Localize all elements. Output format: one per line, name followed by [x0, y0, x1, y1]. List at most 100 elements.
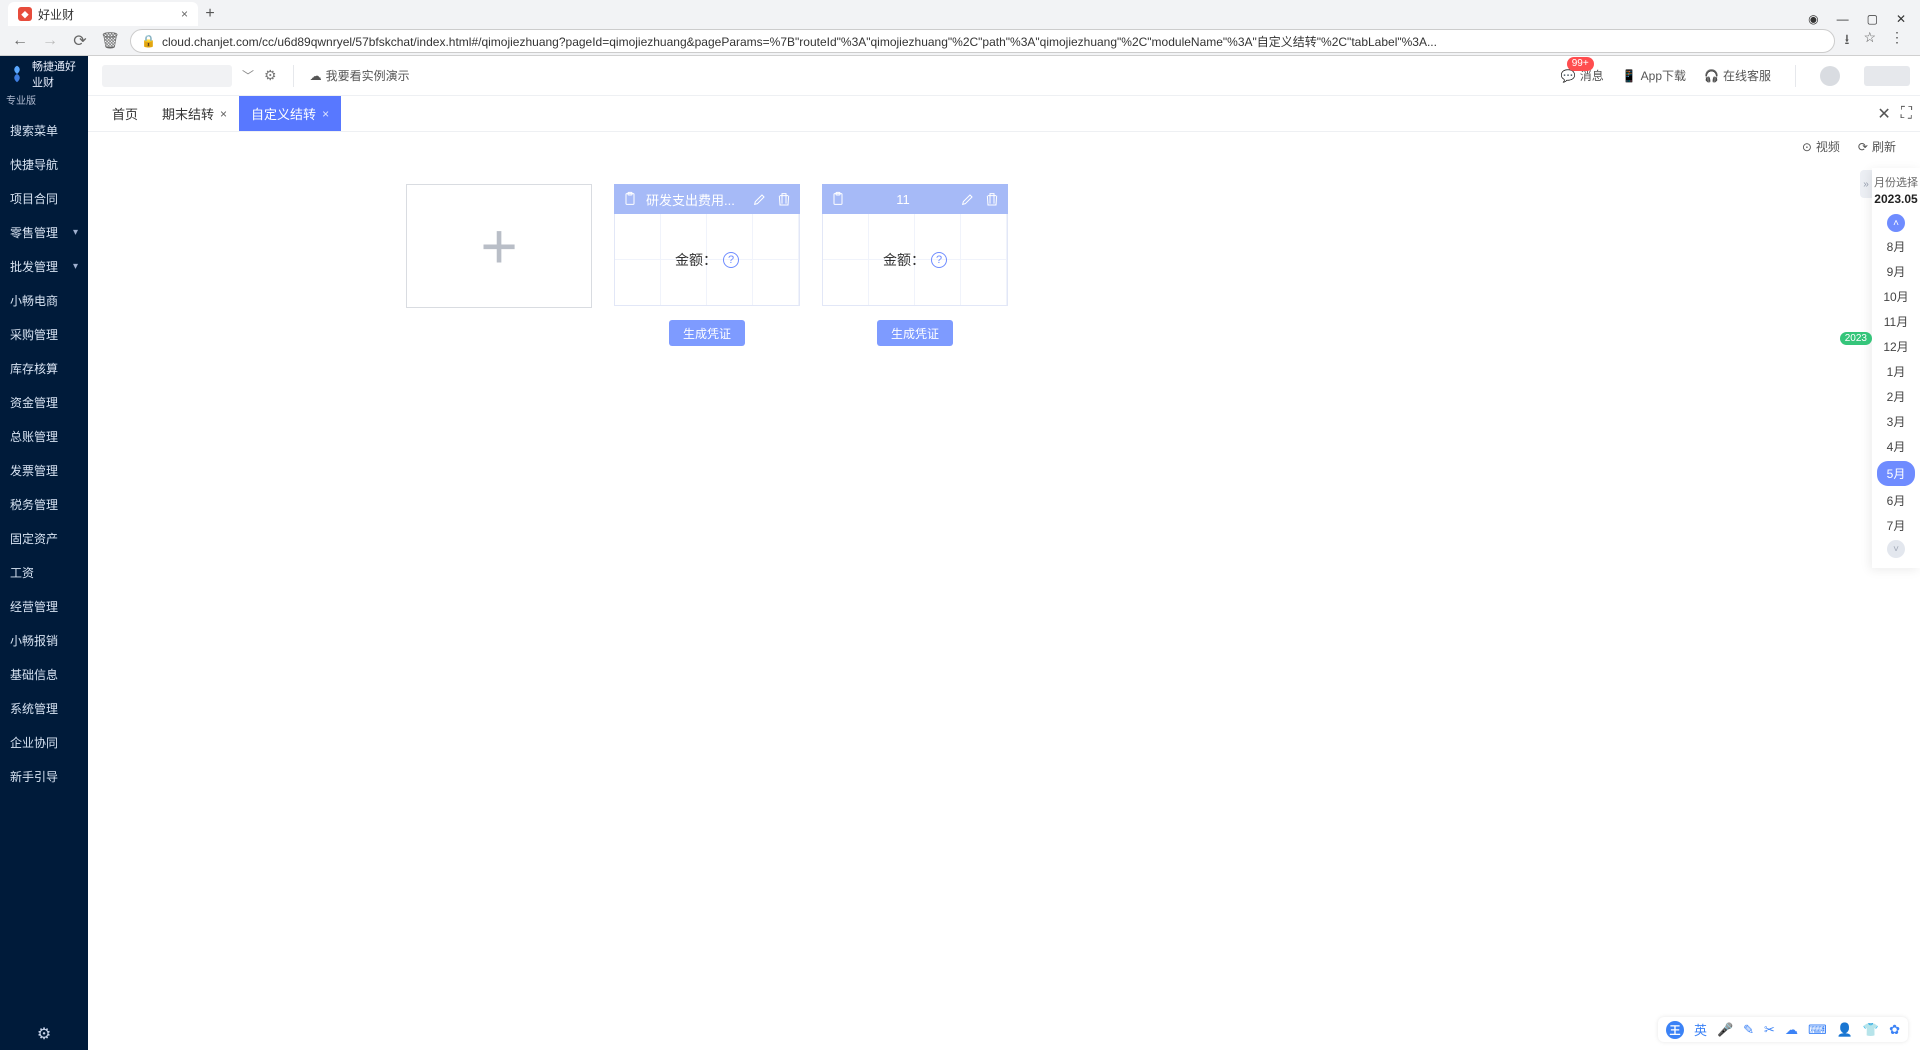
account-icon[interactable]: ◉ [1808, 12, 1818, 26]
reload-button[interactable]: ⟳ [70, 31, 90, 51]
phone-icon: 📱 [1622, 69, 1637, 83]
back-button[interactable]: ← [10, 32, 30, 50]
ime-settings-icon[interactable]: ✿ [1889, 1022, 1900, 1038]
support-button[interactable]: 🎧 在线客服 [1704, 67, 1771, 84]
user-name[interactable] [1864, 66, 1910, 86]
chevron-down-icon[interactable]: ﹀ [242, 67, 254, 84]
ime-cloud-icon[interactable]: ☁ [1785, 1022, 1798, 1038]
install-icon[interactable]: ⭳ [1845, 29, 1850, 53]
maximize-icon[interactable]: ▢ [1867, 12, 1878, 26]
month-item[interactable]: 7月 [1872, 513, 1920, 538]
settings-button[interactable]: ⚙ [0, 1018, 88, 1050]
close-window-icon[interactable]: ✕ [1896, 12, 1906, 26]
sidebar-item[interactable]: 工资 [0, 555, 88, 589]
month-panel-toggle[interactable]: » [1860, 170, 1872, 198]
sidebar-item-label: 库存核算 [10, 360, 58, 377]
forward-button[interactable]: → [40, 32, 60, 50]
sidebar-item[interactable]: 库存核算 [0, 351, 88, 385]
ime-scissors-icon[interactable]: ✂ [1764, 1022, 1775, 1038]
sidebar-item-label: 搜索菜单 [10, 122, 58, 139]
help-icon[interactable]: ? [931, 252, 947, 268]
sidebar-item[interactable]: 资金管理 [0, 385, 88, 419]
ime-main-icon[interactable]: 王 [1666, 1021, 1684, 1039]
close-tab-icon[interactable]: × [181, 7, 188, 21]
month-next-button[interactable]: ˅ [1887, 540, 1905, 558]
month-item[interactable]: 8月 [1872, 234, 1920, 259]
org-settings-icon[interactable]: ⚙ [264, 67, 277, 84]
sidebar-item-label: 基础信息 [10, 666, 58, 683]
month-item[interactable]: 6月 [1872, 488, 1920, 513]
new-tab-button[interactable]: + [198, 2, 222, 26]
browser-tab[interactable]: ◆ 好业财 × [8, 2, 198, 26]
trash-icon[interactable] [984, 191, 1000, 207]
ime-mic-icon[interactable]: 🎤 [1717, 1022, 1733, 1038]
sidebar-item-label: 小畅报销 [10, 632, 58, 649]
sidebar-item[interactable]: 税务管理 [0, 487, 88, 521]
month-item[interactable]: 11月 [1872, 309, 1920, 334]
page-tab[interactable]: 首页 [100, 96, 150, 131]
sidebar-item[interactable]: 零售管理▾ [0, 215, 88, 249]
video-button[interactable]: ⊙视频 [1802, 138, 1840, 155]
refresh-button[interactable]: ⟳刷新 [1858, 138, 1896, 155]
month-item[interactable]: 5月 [1877, 461, 1915, 486]
sidebar-item[interactable]: 经营管理 [0, 589, 88, 623]
sidebar-item[interactable]: 快捷导航 [0, 147, 88, 181]
close-icon[interactable]: × [322, 107, 329, 121]
month-item[interactable]: 3月 [1872, 409, 1920, 434]
trash-icon[interactable] [776, 191, 792, 207]
kebab-menu-icon[interactable]: ⋮ [1890, 29, 1904, 53]
month-item[interactable]: 12月 [1872, 334, 1920, 359]
sidebar-item[interactable]: 企业协同 [0, 725, 88, 759]
sidebar-item[interactable]: 小畅报销 [0, 623, 88, 657]
close-icon[interactable]: × [220, 107, 227, 121]
sidebar-item[interactable]: 项目合同 [0, 181, 88, 215]
sidebar-item[interactable]: 小畅电商 [0, 283, 88, 317]
sidebar-item[interactable]: 总账管理 [0, 419, 88, 453]
create-card[interactable]: + [406, 184, 592, 346]
ime-lang[interactable]: 英 [1694, 1020, 1707, 1039]
content: ⊙视频 ⟳刷新 + 研发支出费用... 金额： ? 生成凭证 11 [88, 132, 1920, 1050]
month-item[interactable]: 2月 [1872, 384, 1920, 409]
edit-icon[interactable] [960, 191, 976, 207]
sidebar-item[interactable]: 基础信息 [0, 657, 88, 691]
app-download-button[interactable]: 📱 App下载 [1622, 67, 1686, 84]
page-tab[interactable]: 期末结转× [150, 96, 239, 131]
delete-icon[interactable]: 🗑 [100, 31, 120, 51]
ime-edit-icon[interactable]: ✎ [1743, 1022, 1754, 1038]
month-item[interactable]: 4月 [1872, 434, 1920, 459]
messages-button[interactable]: 99+ 💬 消息 [1561, 67, 1604, 84]
edit-icon[interactable] [752, 191, 768, 207]
generate-voucher-button[interactable]: 生成凭证 [877, 320, 953, 346]
ime-keyboard-icon[interactable]: ⌨ [1808, 1022, 1827, 1038]
sidebar-item[interactable]: 搜索菜单 [0, 113, 88, 147]
divider [1795, 65, 1796, 87]
sidebar-item[interactable]: 批发管理▾ [0, 249, 88, 283]
gear-icon: ⚙ [37, 1024, 51, 1044]
url-input[interactable]: 🔒 cloud.chanjet.com/cc/u6d89qwnryel/57bf… [130, 29, 1835, 53]
generate-voucher-button[interactable]: 生成凭证 [669, 320, 745, 346]
help-icon[interactable]: ? [723, 252, 739, 268]
ime-shirt-icon[interactable]: 👕 [1863, 1022, 1879, 1038]
month-prev-button[interactable]: ˄ [1887, 214, 1905, 232]
card-title: 研发支出费用... [646, 190, 744, 209]
clipboard-icon [622, 191, 638, 207]
month-item[interactable]: 9月 [1872, 259, 1920, 284]
ime-toolbar[interactable]: 王 英 🎤 ✎ ✂ ☁ ⌨ 👤 👕 ✿ [1658, 1017, 1908, 1042]
month-item[interactable]: 10月 [1872, 284, 1920, 309]
ime-user-icon[interactable]: 👤 [1837, 1022, 1853, 1038]
fullscreen-icon[interactable]: ⛶ [1901, 105, 1912, 123]
sidebar-item[interactable]: 发票管理 [0, 453, 88, 487]
org-selector[interactable] [102, 65, 232, 87]
star-icon[interactable]: ☆ [1863, 29, 1876, 53]
sidebar-item[interactable]: 固定资产 [0, 521, 88, 555]
minimize-icon[interactable]: — [1837, 12, 1849, 26]
sidebar-item[interactable]: 系统管理 [0, 691, 88, 725]
sidebar-item[interactable]: 新手引导 [0, 759, 88, 793]
chevron-down-icon: ▾ [73, 261, 78, 272]
demo-link[interactable]: ☁ 我要看实例演示 [310, 67, 410, 84]
month-item[interactable]: 1月 [1872, 359, 1920, 384]
sidebar-item[interactable]: 采购管理 [0, 317, 88, 351]
close-all-tabs-icon[interactable]: ✕ [1877, 104, 1890, 124]
user-avatar-icon[interactable] [1820, 66, 1840, 86]
page-tab[interactable]: 自定义结转× [239, 96, 341, 131]
